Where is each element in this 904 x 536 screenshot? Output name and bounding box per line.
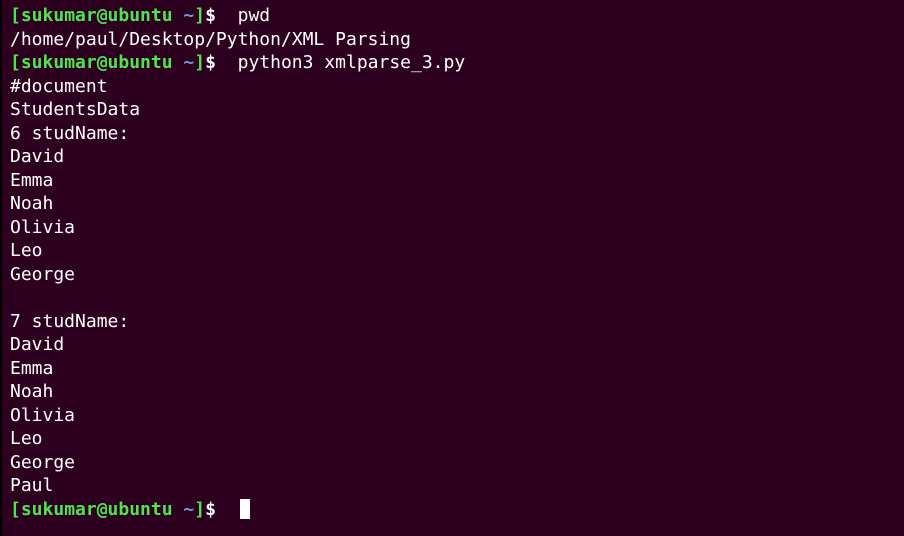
prompt-dollar: $ — [205, 5, 216, 26]
prompt-user-host: sukumar@ubuntu — [21, 52, 173, 73]
terminal-line: David — [10, 333, 896, 357]
output-text: Leo — [10, 428, 43, 449]
terminal-line: Leo — [10, 239, 896, 263]
prompt-bracket-open: [ — [10, 5, 21, 26]
cursor-icon — [240, 499, 250, 519]
terminal-line: Paul — [10, 474, 896, 498]
output-text: /home/paul/Desktop/Python/XML Parsing — [10, 29, 411, 50]
prompt-dollar: $ — [205, 52, 216, 73]
prompt-bracket-close: ] — [194, 5, 205, 26]
prompt-dollar: $ — [205, 499, 216, 520]
terminal-line: Leo — [10, 427, 896, 451]
terminal-line: [sukumar@ubuntu ~]$ python3 xmlparse_3.p… — [10, 51, 896, 75]
terminal[interactable]: [sukumar@ubuntu ~]$ pwd/home/paul/Deskto… — [10, 4, 896, 521]
prompt-path: ~ — [183, 52, 194, 73]
terminal-line: Noah — [10, 380, 896, 404]
prompt-user-host: sukumar@ubuntu — [21, 5, 173, 26]
command-input[interactable] — [216, 499, 238, 520]
output-text: Emma — [10, 358, 53, 379]
output-text: StudentsData — [10, 99, 140, 120]
prompt-bracket-open: [ — [10, 499, 21, 520]
prompt-path: ~ — [183, 5, 194, 26]
output-text: #document — [10, 76, 108, 97]
output-text: Olivia — [10, 405, 75, 426]
terminal-line: Olivia — [10, 216, 896, 240]
output-text: 6 studName: — [10, 123, 129, 144]
prompt-path: ~ — [183, 499, 194, 520]
terminal-line: [sukumar@ubuntu ~]$ pwd — [10, 4, 896, 28]
prompt-bracket-close: ] — [194, 499, 205, 520]
prompt-separator — [173, 52, 184, 73]
output-text: David — [10, 334, 64, 355]
terminal-line: 6 studName: — [10, 122, 896, 146]
output-text: George — [10, 264, 75, 285]
terminal-line — [10, 286, 896, 310]
terminal-line: 7 studName: — [10, 310, 896, 334]
output-text: Noah — [10, 193, 53, 214]
prompt-separator — [173, 499, 184, 520]
prompt-bracket-open: [ — [10, 52, 21, 73]
terminal-line: StudentsData — [10, 98, 896, 122]
prompt-user-host: sukumar@ubuntu — [21, 499, 173, 520]
terminal-line: Noah — [10, 192, 896, 216]
prompt-bracket-close: ] — [194, 52, 205, 73]
output-text: Paul — [10, 475, 53, 496]
terminal-line: /home/paul/Desktop/Python/XML Parsing — [10, 28, 896, 52]
terminal-line: David — [10, 145, 896, 169]
command-text: pwd — [216, 5, 270, 26]
output-text: David — [10, 146, 64, 167]
output-text: Leo — [10, 240, 43, 261]
terminal-line: [sukumar@ubuntu ~]$ — [10, 498, 896, 522]
terminal-line: Emma — [10, 169, 896, 193]
output-text: 7 studName: — [10, 311, 129, 332]
terminal-line: Olivia — [10, 404, 896, 428]
prompt-separator — [173, 5, 184, 26]
output-text: George — [10, 452, 75, 473]
command-text: python3 xmlparse_3.py — [216, 52, 465, 73]
terminal-line: #document — [10, 75, 896, 99]
output-text: Emma — [10, 170, 53, 191]
terminal-line: George — [10, 263, 896, 287]
output-text — [10, 287, 21, 308]
output-text: Olivia — [10, 217, 75, 238]
terminal-line: Emma — [10, 357, 896, 381]
output-text: Noah — [10, 381, 53, 402]
terminal-line: George — [10, 451, 896, 475]
